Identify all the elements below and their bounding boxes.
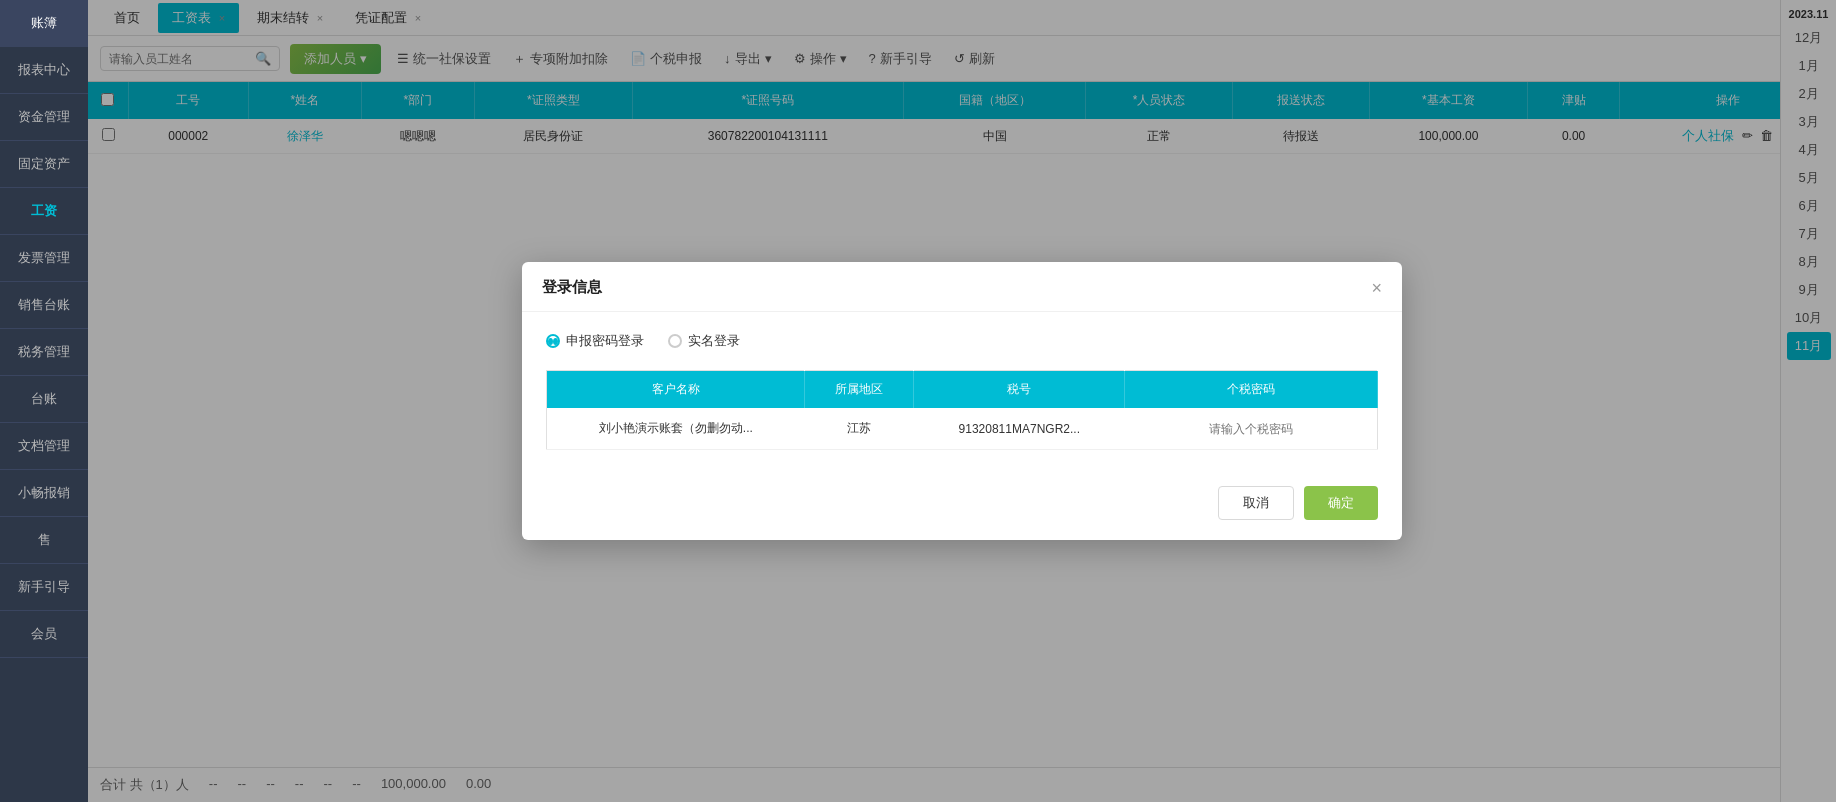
radio-real-name-login[interactable]: 实名登录: [668, 332, 740, 350]
modal-col-tax-num: 税号: [914, 371, 1125, 409]
sidebar-item-sell[interactable]: 售: [0, 517, 88, 564]
radio-password-login[interactable]: 申报密码登录: [546, 332, 644, 350]
modal-col-tax-pwd: 个税密码: [1125, 371, 1378, 409]
sidebar-item-report[interactable]: 报表中心: [0, 47, 88, 94]
sidebar-item-quick[interactable]: 小畅报销: [0, 470, 88, 517]
sidebar-item-member[interactable]: 会员: [0, 611, 88, 658]
confirm-button[interactable]: 确定: [1304, 486, 1378, 520]
sidebar-item-asset[interactable]: 固定资产: [0, 141, 88, 188]
modal-client-table: 客户名称 所属地区 税号 个税密码 刘小艳演示账套（勿删勿动... 江苏 913…: [546, 370, 1378, 450]
sidebar-item-sales[interactable]: 销售台账: [0, 282, 88, 329]
sidebar-item-tax[interactable]: 税务管理: [0, 329, 88, 376]
cancel-button[interactable]: 取消: [1218, 486, 1294, 520]
tax-password-input[interactable]: [1139, 422, 1363, 436]
radio-password-circle: [546, 334, 560, 348]
modal-footer: 取消 确定: [522, 470, 1402, 540]
modal-tax-number: 91320811MA7NGR2...: [914, 408, 1125, 450]
modal-header: 登录信息 ×: [522, 262, 1402, 312]
login-info-modal: 登录信息 × 申报密码登录 实名登录 客户名称 所属地区: [522, 262, 1402, 540]
modal-col-region: 所属地区: [805, 371, 914, 409]
sidebar: 账簿 报表中心 资金管理 固定资产 工资 发票管理 销售台账 税务管理 台账 文…: [0, 0, 88, 802]
modal-body: 申报密码登录 实名登录 客户名称 所属地区 税号 个税密码: [522, 312, 1402, 470]
modal-region: 江苏: [805, 408, 914, 450]
modal-overlay: 登录信息 × 申报密码登录 实名登录 客户名称 所属地区: [88, 0, 1836, 802]
sidebar-item-fund[interactable]: 资金管理: [0, 94, 88, 141]
sidebar-item-invoice[interactable]: 发票管理: [0, 235, 88, 282]
sidebar-item-account[interactable]: 账簿: [0, 0, 88, 47]
sidebar-item-guide[interactable]: 新手引导: [0, 564, 88, 611]
radio-realname-circle: [668, 334, 682, 348]
modal-table-row: 刘小艳演示账套（勿删勿动... 江苏 91320811MA7NGR2...: [547, 408, 1378, 450]
modal-col-client: 客户名称: [547, 371, 805, 409]
sidebar-item-salary[interactable]: 工资: [0, 188, 88, 235]
modal-tax-password-cell[interactable]: [1125, 408, 1378, 450]
radio-group: 申报密码登录 实名登录: [546, 332, 1378, 350]
modal-client-name: 刘小艳演示账套（勿删勿动...: [547, 408, 805, 450]
modal-close-button[interactable]: ×: [1371, 279, 1382, 297]
modal-title: 登录信息: [542, 278, 602, 297]
sidebar-item-ledger[interactable]: 台账: [0, 376, 88, 423]
sidebar-item-doc[interactable]: 文档管理: [0, 423, 88, 470]
